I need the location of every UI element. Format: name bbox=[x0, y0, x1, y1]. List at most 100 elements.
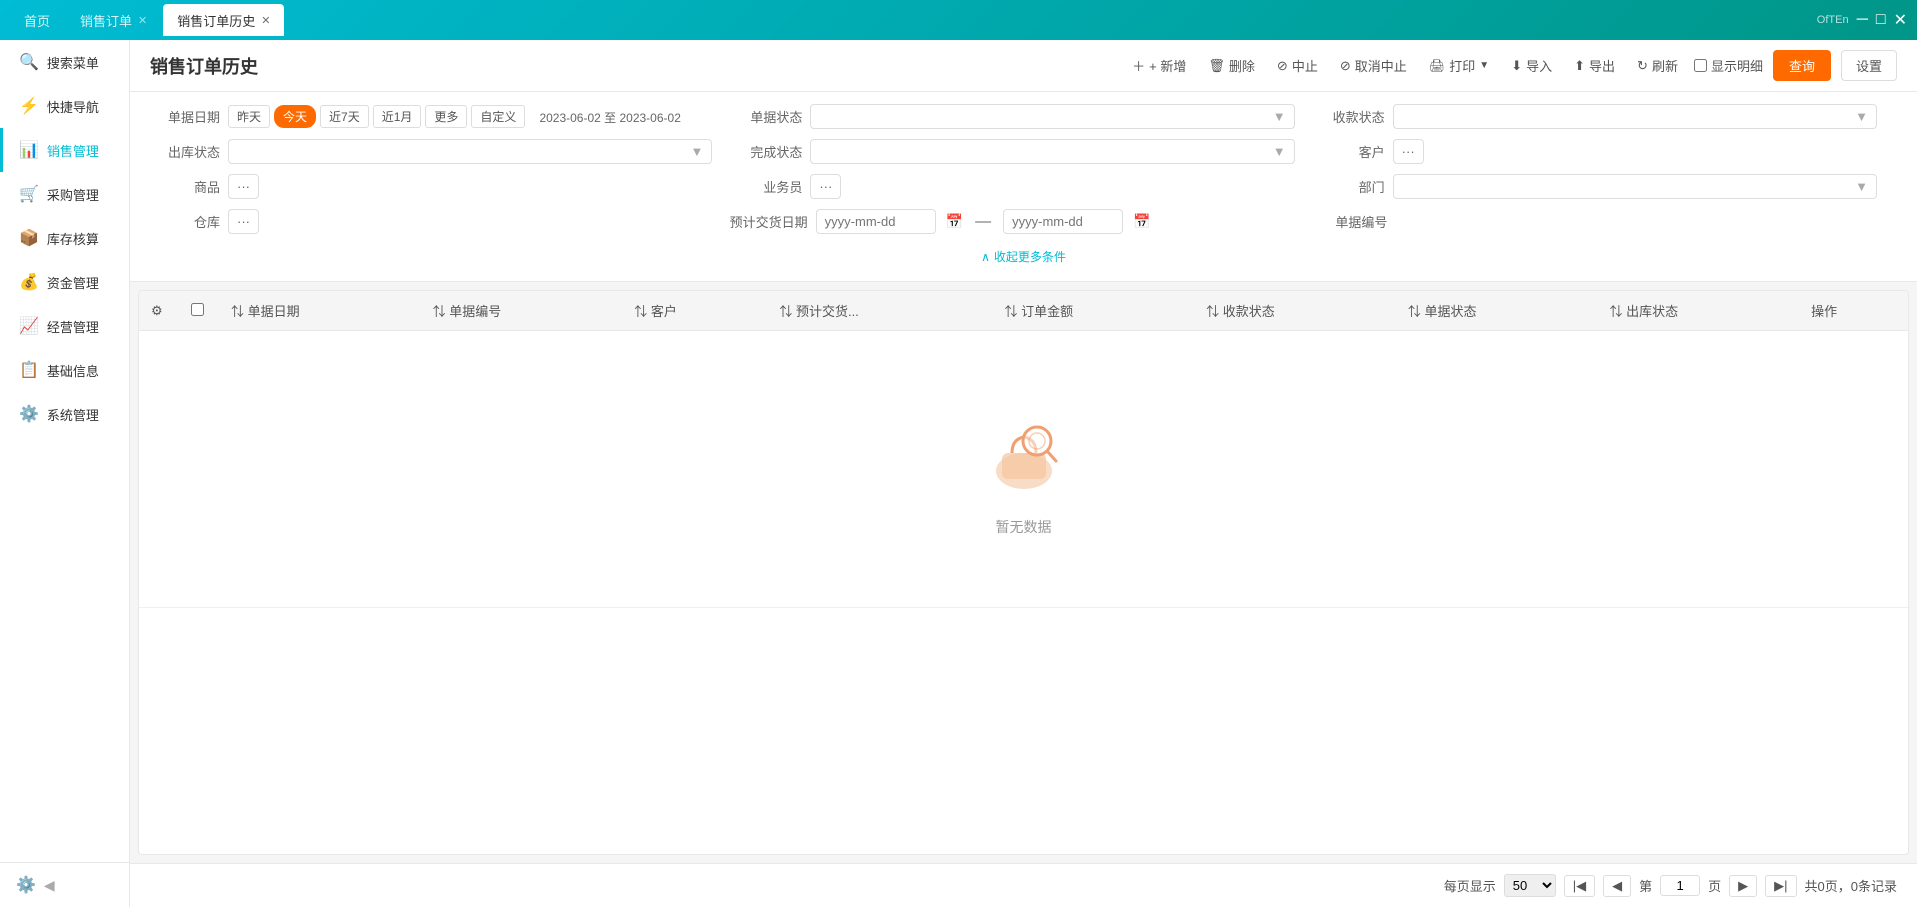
sidebar-item-quick[interactable]: ⚡ 快捷导航 bbox=[0, 84, 129, 128]
page-size-select[interactable]: 10 20 50 100 bbox=[1504, 874, 1556, 897]
filter-area: 单据日期 昨天 今天 近7天 近1月 更多 自定义 2023-06-02 至 2… bbox=[130, 92, 1917, 282]
delete-button[interactable]: 🗑 删除 bbox=[1202, 52, 1261, 79]
date-btn-today[interactable]: 今天 bbox=[274, 105, 316, 128]
stop-icon: ⊘ bbox=[1277, 58, 1288, 74]
tab-sales-order-history[interactable]: 销售订单历史 ✕ bbox=[163, 4, 284, 36]
receipt-status-control: ▼ bbox=[1393, 104, 1877, 129]
date-range-display: 2023-06-02 至 2023-06-02 bbox=[539, 109, 680, 126]
date-btn-custom[interactable]: 自定义 bbox=[471, 105, 525, 128]
prev-page-btn[interactable]: ◀ bbox=[1603, 875, 1631, 897]
page-input[interactable] bbox=[1660, 875, 1700, 896]
col-operation: 操作 bbox=[1799, 291, 1908, 331]
empty-state: 暂无数据 bbox=[151, 341, 1896, 597]
table-header-row: ⚙ ⇅ 单据日期 ⇅ 单据编号 ⇅ 客户 bbox=[139, 291, 1908, 331]
collapse-button[interactable]: ∧ 收起更多条件 bbox=[977, 244, 1070, 269]
display-cols-checkbox[interactable]: 显示明细 bbox=[1694, 56, 1763, 75]
minimize-btn[interactable]: ─ bbox=[1857, 11, 1868, 29]
close-btn[interactable]: ✕ bbox=[1894, 10, 1907, 30]
sidebar-item-label: 系统管理 bbox=[47, 405, 99, 424]
out-status-control: ▼ bbox=[228, 139, 712, 164]
search-icon: 🔍 bbox=[19, 52, 39, 72]
settings-button[interactable]: 设置 bbox=[1841, 50, 1897, 81]
system-icon: ⚙️ bbox=[19, 404, 39, 424]
out-status-label: 出库状态 bbox=[150, 142, 220, 161]
col-amount[interactable]: ⇅ 订单金额 bbox=[993, 291, 1195, 331]
col-receipt-status[interactable]: ⇅ 收款状态 bbox=[1194, 291, 1396, 331]
col-checkbox bbox=[179, 291, 219, 331]
expected-date-label: 预计交货日期 bbox=[730, 212, 808, 231]
col-expected-date[interactable]: ⇅ 预计交货... bbox=[767, 291, 992, 331]
new-button[interactable]: ＋ + 新增 bbox=[1126, 52, 1192, 79]
sidebar-item-operation[interactable]: 📈 经营管理 bbox=[0, 304, 129, 348]
empty-illustration bbox=[974, 401, 1074, 501]
sidebar-item-label: 库存核算 bbox=[47, 229, 99, 248]
col-order-no[interactable]: ⇅ 单据编号 bbox=[421, 291, 623, 331]
sidebar-item-purchase[interactable]: 🛒 采购管理 bbox=[0, 172, 129, 216]
warehouse-select-btn[interactable]: ··· bbox=[228, 209, 259, 234]
page-title: 销售订单历史 bbox=[150, 53, 258, 79]
sidebar-item-finance[interactable]: 💰 资金管理 bbox=[0, 260, 129, 304]
out-status-select[interactable]: ▼ bbox=[228, 139, 712, 164]
col-customer[interactable]: ⇅ 客户 bbox=[622, 291, 767, 331]
complete-status-select[interactable]: ▼ bbox=[810, 139, 1294, 164]
sidebar-collapse-icon[interactable]: ◀ bbox=[44, 877, 55, 894]
refresh-button[interactable]: ↻ 刷新 bbox=[1631, 52, 1684, 79]
first-page-btn[interactable]: |◀ bbox=[1564, 875, 1595, 897]
finance-icon: 💰 bbox=[19, 272, 39, 292]
dept-label: 部门 bbox=[1315, 177, 1385, 196]
sidebar-settings-icon[interactable]: ⚙️ bbox=[16, 875, 36, 895]
next-page-btn[interactable]: ▶ bbox=[1729, 875, 1757, 897]
empty-text: 暂无数据 bbox=[996, 517, 1052, 537]
expected-date-from[interactable] bbox=[816, 209, 936, 234]
expected-date-to[interactable] bbox=[1003, 209, 1123, 234]
date-btn-1month[interactable]: 近1月 bbox=[373, 105, 422, 128]
order-status-select[interactable]: ▼ bbox=[810, 104, 1294, 129]
date-btn-more[interactable]: 更多 bbox=[425, 105, 467, 128]
sidebar-item-sales[interactable]: 📊 销售管理 bbox=[0, 128, 129, 172]
tab-sales-order[interactable]: 销售订单 ✕ bbox=[66, 4, 161, 36]
close-sales-order-tab[interactable]: ✕ bbox=[138, 14, 147, 27]
maximize-btn[interactable]: □ bbox=[1876, 11, 1886, 29]
col-date[interactable]: ⇅ 单据日期 bbox=[219, 291, 421, 331]
import-icon: ⬇ bbox=[1511, 58, 1522, 74]
export-button[interactable]: ⬆ 导出 bbox=[1568, 52, 1621, 79]
sidebar: 🔍 搜索菜单 ⚡ 快捷导航 📊 销售管理 🛒 采购管理 📦 库存核算 💰 资金管… bbox=[0, 40, 130, 907]
salesman-select-btn[interactable]: ··· bbox=[810, 174, 841, 199]
cancel-stop-button[interactable]: ⊘ 取消中止 bbox=[1334, 52, 1413, 79]
date-btn-yesterday[interactable]: 昨天 bbox=[228, 105, 270, 128]
sidebar-item-basic[interactable]: 📋 基础信息 bbox=[0, 348, 129, 392]
last-page-btn[interactable]: ▶| bbox=[1765, 875, 1796, 897]
warehouse-label: 仓库 bbox=[150, 212, 220, 231]
customer-select-btn[interactable]: ··· bbox=[1393, 139, 1424, 164]
col-order-status[interactable]: ⇅ 单据状态 bbox=[1396, 291, 1598, 331]
calendar-to-icon[interactable]: 📅 bbox=[1133, 213, 1150, 230]
complete-status-label: 完成状态 bbox=[732, 142, 802, 161]
close-history-tab[interactable]: ✕ bbox=[261, 14, 270, 27]
dept-select[interactable]: ▼ bbox=[1393, 174, 1877, 199]
calendar-from-icon[interactable]: 📅 bbox=[946, 213, 963, 230]
sidebar-item-inventory[interactable]: 📦 库存核算 bbox=[0, 216, 129, 260]
print-button[interactable]: 🖨 打印 ▼ bbox=[1423, 52, 1495, 79]
sidebar-item-label: 采购管理 bbox=[47, 185, 99, 204]
product-select-btn[interactable]: ··· bbox=[228, 174, 259, 199]
query-button[interactable]: 查询 bbox=[1773, 50, 1831, 81]
main-layout: 🔍 搜索菜单 ⚡ 快捷导航 📊 销售管理 🛒 采购管理 📦 库存核算 💰 资金管… bbox=[0, 40, 1917, 907]
page-label-prefix: 第 bbox=[1639, 876, 1652, 895]
order-status-label: 单据状态 bbox=[732, 107, 802, 126]
new-icon: ＋ bbox=[1132, 56, 1145, 75]
stop-button[interactable]: ⊘ 中止 bbox=[1271, 52, 1324, 79]
date-label: 单据日期 bbox=[150, 107, 220, 126]
sidebar-item-system[interactable]: ⚙️ 系统管理 bbox=[0, 392, 129, 436]
select-all-checkbox[interactable] bbox=[191, 303, 204, 316]
col-out-status[interactable]: ⇅ 出库状态 bbox=[1597, 291, 1799, 331]
date-btn-7days[interactable]: 近7天 bbox=[320, 105, 369, 128]
display-cols-input[interactable] bbox=[1694, 59, 1707, 72]
sidebar-item-search[interactable]: 🔍 搜索菜单 bbox=[0, 40, 129, 84]
receipt-status-select[interactable]: ▼ bbox=[1393, 104, 1877, 129]
collapse-row: ∧ 收起更多条件 bbox=[150, 244, 1897, 269]
salesman-label: 业务员 bbox=[732, 177, 802, 196]
import-button[interactable]: ⬇ 导入 bbox=[1505, 52, 1558, 79]
tab-bar: 销售订单历史 首页 销售订单 ✕ 销售订单历史 ✕ bbox=[10, 4, 1817, 36]
col-settings[interactable]: ⚙ bbox=[139, 291, 179, 331]
tab-home[interactable]: 销售订单历史 首页 bbox=[10, 4, 64, 36]
